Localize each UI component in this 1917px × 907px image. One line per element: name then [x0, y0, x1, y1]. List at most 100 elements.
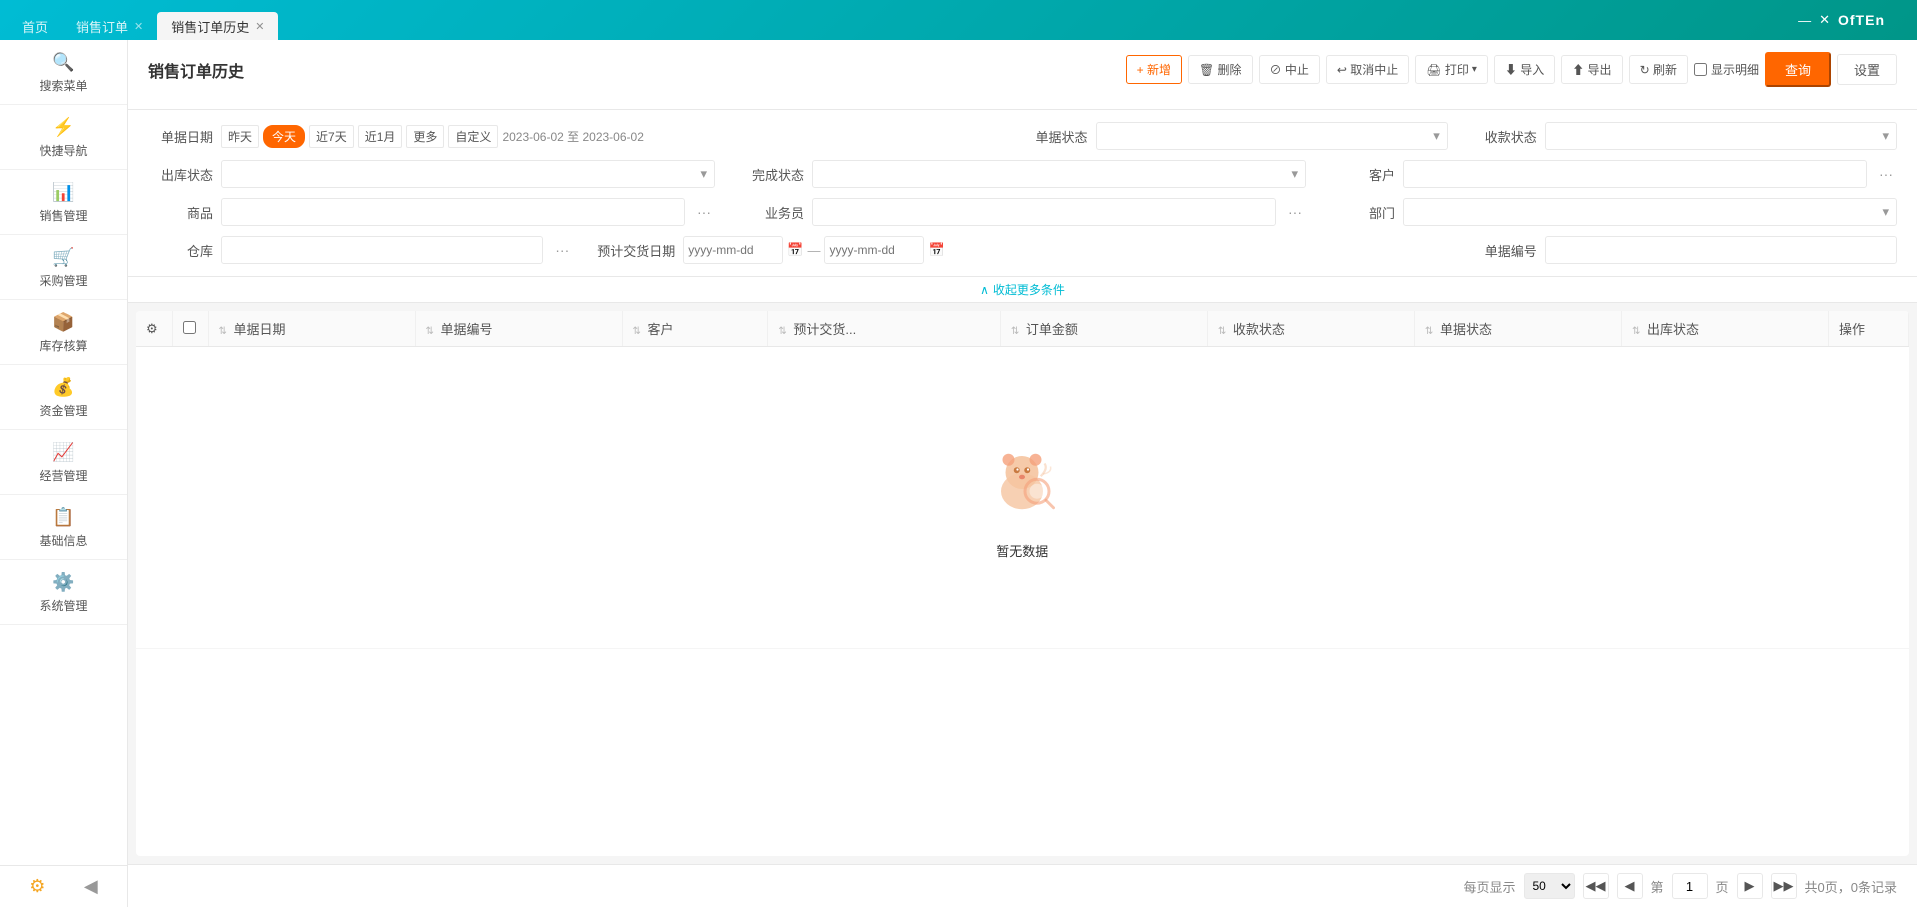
search-menu-icon: 🔍: [52, 52, 74, 73]
brand-label: OfTEn: [1838, 12, 1901, 28]
page-number-input[interactable]: [1672, 873, 1708, 899]
stop-button[interactable]: ⊘ 中止: [1259, 55, 1320, 84]
th-ops-label: 操作: [1839, 322, 1865, 337]
order-no-input[interactable]: [1545, 236, 1897, 264]
tab-sales-order-history-label: 销售订单历史: [171, 17, 249, 36]
complete-status-select[interactable]: [812, 160, 1306, 188]
order-no-label: 单据编号: [1472, 241, 1537, 260]
sidebar-item-sales-mgmt-label: 销售管理: [39, 207, 87, 224]
salesperson-input[interactable]: [812, 198, 1276, 226]
window-close[interactable]: ✕: [1819, 12, 1830, 28]
th-date[interactable]: ⇅ 单据日期: [208, 311, 415, 347]
customer-input[interactable]: [1403, 160, 1867, 188]
department-select[interactable]: [1403, 198, 1897, 226]
tab-sales-order[interactable]: 销售订单 ✕: [62, 12, 157, 40]
query-button[interactable]: 查询: [1765, 52, 1831, 87]
date-today-btn[interactable]: 今天: [263, 125, 305, 148]
cancel-stop-button[interactable]: ↩ 取消中止: [1326, 55, 1409, 84]
th-customer[interactable]: ⇅ 客户: [622, 311, 768, 347]
th-out-status[interactable]: ⇅ 出库状态: [1621, 311, 1828, 347]
sidebar-item-search-menu[interactable]: 🔍 搜索菜单: [0, 40, 127, 105]
gear-icon[interactable]: ⚙: [146, 321, 158, 336]
date-more-btn[interactable]: 更多: [406, 125, 444, 148]
out-status-select[interactable]: [221, 160, 715, 188]
warehouse-dots[interactable]: ···: [551, 242, 573, 258]
sidebar-item-sys-mgmt[interactable]: ⚙️ 系统管理: [0, 560, 127, 625]
prev-page-button[interactable]: ◀: [1617, 873, 1643, 899]
tab-sales-order-close[interactable]: ✕: [134, 20, 143, 33]
date-group: 昨天 今天 近7天 近1月 更多 自定义 2023-06-02 至 2023-0…: [221, 125, 999, 148]
delivery-date-inputs: 📅 — 📅: [683, 236, 944, 264]
tab-sales-order-history[interactable]: 销售订单历史 ✕: [157, 12, 278, 40]
import-button[interactable]: ⬇ 导入: [1494, 55, 1555, 84]
refresh-button[interactable]: ↻ 刷新: [1629, 55, 1688, 84]
th-order-status[interactable]: ⇅ 单据状态: [1414, 311, 1621, 347]
sidebar-item-finance[interactable]: 💰 资金管理: [0, 365, 127, 430]
salesperson-dots[interactable]: ···: [1284, 204, 1306, 220]
sidebar-bottom: ⚙ ◀: [0, 865, 127, 907]
page-word: 第: [1651, 877, 1664, 896]
setting-button[interactable]: 设置: [1837, 54, 1897, 85]
tab-sales-order-label: 销售订单: [76, 17, 128, 36]
customer-label: 客户: [1330, 165, 1395, 184]
warehouse-label: 仓库: [148, 241, 213, 260]
first-page-button[interactable]: ◀◀: [1583, 873, 1609, 899]
data-table: ⚙ ⇅ 单据日期 ⇅ 单据编号: [136, 311, 1909, 649]
date-7days-btn[interactable]: 近7天: [309, 125, 354, 148]
add-button[interactable]: + 新增: [1126, 55, 1182, 84]
product-input[interactable]: [221, 198, 685, 226]
export-button[interactable]: ⬆ 导出: [1561, 55, 1622, 84]
filter-payment-status: 收款状态 ▾: [1472, 122, 1897, 150]
customer-dots[interactable]: ···: [1875, 166, 1897, 182]
sidebar-item-inventory[interactable]: 📦 库存核算: [0, 300, 127, 365]
delivery-date-to[interactable]: [824, 236, 924, 264]
order-status-select[interactable]: [1096, 122, 1448, 150]
filter-row-1: 单据日期 昨天 今天 近7天 近1月 更多 自定义 2023-06-02 至 2…: [148, 122, 1897, 150]
next-page-button[interactable]: ▶: [1737, 873, 1763, 899]
th-gear[interactable]: ⚙: [136, 311, 172, 347]
sidebar-item-sales-mgmt[interactable]: 📊 销售管理: [0, 170, 127, 235]
payment-status-select[interactable]: [1545, 122, 1897, 150]
filter-order-status: 单据状态 ▾: [1023, 122, 1448, 150]
display-detail-checkbox[interactable]: [1694, 63, 1707, 76]
sidebar-item-purchase-mgmt[interactable]: 🛒 采购管理: [0, 235, 127, 300]
sidebar-item-sys-mgmt-label: 系统管理: [39, 597, 87, 614]
th-amount[interactable]: ⇅ 订单金额: [1000, 311, 1207, 347]
date-30days-btn[interactable]: 近1月: [358, 125, 403, 148]
date-yesterday-btn[interactable]: 昨天: [221, 125, 259, 148]
delivery-date-from[interactable]: [683, 236, 783, 264]
sidebar: 🔍 搜索菜单 ⚡ 快捷导航 📊 销售管理 🛒 采购管理 📦 库存核算 💰 资金管…: [0, 40, 128, 907]
sidebar-item-quick-nav[interactable]: ⚡ 快捷导航: [0, 105, 127, 170]
sort-date-icon: ⇅: [219, 326, 227, 337]
th-payment-status[interactable]: ⇅ 收款状态: [1207, 311, 1414, 347]
calendar-from-icon: 📅: [787, 242, 803, 258]
quick-nav-icon: ⚡: [52, 117, 74, 138]
delete-button[interactable]: 🗑 删除: [1188, 55, 1253, 84]
sidebar-settings-icon[interactable]: ⚙: [29, 876, 45, 897]
sidebar-item-basic-info[interactable]: 📋 基础信息: [0, 495, 127, 560]
sort-order-no-icon: ⇅: [426, 326, 434, 337]
th-order-no[interactable]: ⇅ 单据编号: [415, 311, 622, 347]
salesperson-label: 业务员: [739, 203, 804, 222]
sort-delivery-icon: ⇅: [778, 326, 786, 337]
th-payment-status-label: 收款状态: [1233, 322, 1285, 337]
finance-icon: 💰: [52, 377, 74, 398]
th-delivery-date[interactable]: ⇅ 预计交货...: [768, 311, 1000, 347]
tab-sales-order-history-close[interactable]: ✕: [255, 20, 264, 33]
select-all-checkbox[interactable]: [183, 321, 196, 334]
sidebar-collapse-icon[interactable]: ◀: [84, 876, 98, 897]
warehouse-input[interactable]: [221, 236, 543, 264]
sidebar-item-business[interactable]: 📈 经营管理: [0, 430, 127, 495]
collapse-row[interactable]: ∧ 收起更多条件: [128, 277, 1917, 303]
last-page-button[interactable]: ▶▶: [1771, 873, 1797, 899]
date-custom-btn[interactable]: 自定义: [448, 125, 498, 148]
basic-info-icon: 📋: [52, 507, 74, 528]
print-button[interactable]: 🖨 打印 ▾: [1415, 55, 1488, 84]
tab-home[interactable]: 首页: [8, 12, 62, 40]
main-layout: 🔍 搜索菜单 ⚡ 快捷导航 📊 销售管理 🛒 采购管理 📦 库存核算 💰 资金管…: [0, 40, 1917, 907]
window-minimize[interactable]: —: [1798, 13, 1811, 28]
page-size-select[interactable]: 50 10 20 100: [1524, 873, 1575, 899]
print-label: 🖨 打印: [1426, 61, 1469, 78]
print-dropdown-icon[interactable]: ▾: [1472, 64, 1477, 75]
product-dots[interactable]: ···: [693, 204, 715, 220]
